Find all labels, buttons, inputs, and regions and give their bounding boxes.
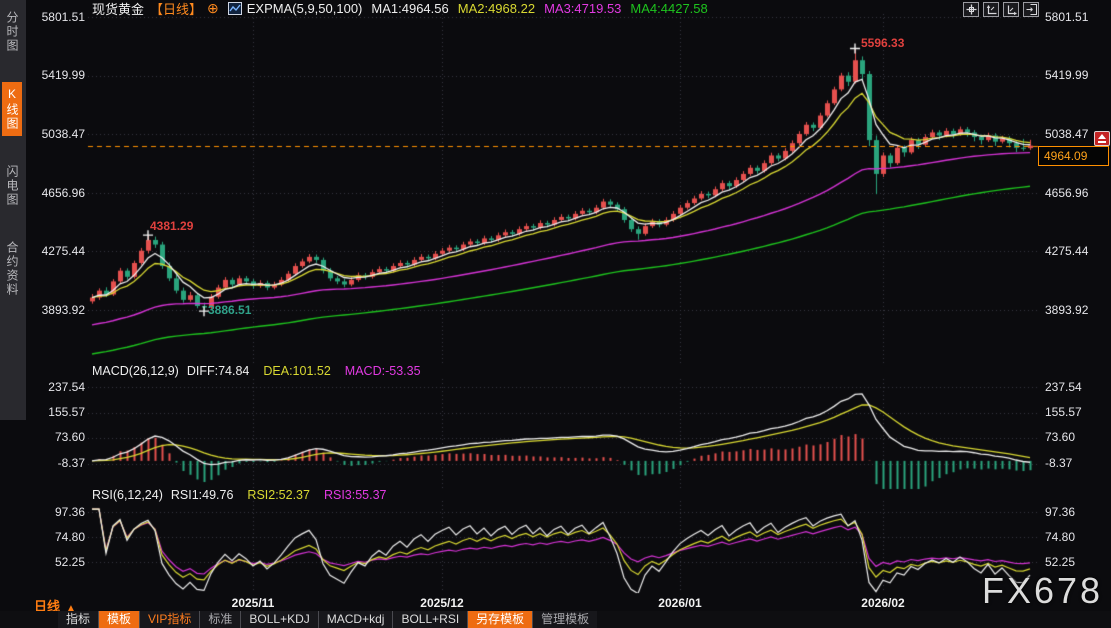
- high-annotation: 5596.33: [861, 36, 904, 50]
- macd-axis-label-right: 73.60: [1045, 430, 1075, 444]
- macd-dea-value: DEA:101.52: [263, 364, 330, 378]
- toolbar-item-vip-indicators[interactable]: VIP指标: [139, 611, 199, 628]
- low-annotation: 3886.51: [208, 303, 251, 317]
- rsi-axis-label-right: 52.25: [1045, 555, 1075, 569]
- time-axis-label: 2026/02: [843, 596, 923, 610]
- macd-axis-label-left: 155.57: [33, 405, 85, 419]
- ma3-value: MA3:4719.53: [544, 1, 621, 16]
- left-sidebar: 分时图 K线图 闪电图 合约资料: [0, 0, 26, 420]
- sidebar-tab-lightning-chart[interactable]: 闪电图: [2, 160, 22, 212]
- macd-diff-value: DIFF:74.84: [187, 364, 250, 378]
- price-axis-label-left: 4275.44: [33, 244, 85, 258]
- macd-axis-label-left: -8.37: [33, 456, 85, 470]
- toolbar-item-macd-kdj[interactable]: MACD+kdj: [318, 611, 393, 628]
- circle-plus-icon[interactable]: ⊕: [207, 0, 219, 17]
- rsi-axis-label-left: 97.36: [33, 505, 85, 519]
- indicator-chart-icon: [228, 2, 242, 15]
- sidebar-gap: [0, 58, 26, 76]
- period-tag: 【日线】: [150, 0, 202, 18]
- macd-title: MACD(26,12,9): [92, 364, 179, 378]
- rsi-axis-label-right: 74.80: [1045, 530, 1075, 544]
- macd-macd-value: MACD:-53.35: [345, 364, 421, 378]
- rsi-axis-label-right: 97.36: [1045, 505, 1075, 519]
- rsi-axis-label-left: 74.80: [33, 530, 85, 544]
- toolbar-item-boll-rsi[interactable]: BOLL+RSI: [392, 611, 467, 628]
- rsi-label-row: RSI(6,12,24) RSI1:49.76 RSI2:52.37 RSI3:…: [92, 488, 387, 502]
- toolbar-item-save-template[interactable]: 另存模板: [467, 611, 532, 628]
- kline-chart-canvas[interactable]: [0, 0, 1111, 628]
- current-price-tag: 4964.09: [1038, 146, 1109, 166]
- sidebar-gap: [0, 212, 26, 230]
- price-axis-label-left: 5419.99: [33, 68, 85, 82]
- macd-axis-label-left: 73.60: [33, 430, 85, 444]
- toolbar-item-boll-kdj[interactable]: BOLL+KDJ: [240, 611, 317, 628]
- price-alert-icon[interactable]: [1094, 131, 1110, 146]
- macd-label-row: MACD(26,12,9) DIFF:74.84 DEA:101.52 MACD…: [92, 364, 421, 378]
- bottom-toolbar: 指标 模板 VIP指标 标准 BOLL+KDJ MACD+kdj BOLL+RS…: [58, 611, 597, 628]
- price-axis-label-left: 5038.47: [33, 127, 85, 141]
- macd-axis-label-right: 237.54: [1045, 380, 1082, 394]
- toolbar-item-manage-template[interactable]: 管理模板: [532, 611, 597, 628]
- sidebar-tab-kline-chart[interactable]: K线图: [2, 82, 22, 136]
- local-high-annotation: 4381.29: [150, 219, 193, 233]
- price-axis-label-left: 4656.96: [33, 186, 85, 200]
- price-axis-label-right: 4656.96: [1045, 186, 1088, 200]
- price-axis-label-right: 3893.92: [1045, 303, 1088, 317]
- chart-tool-icons: [963, 2, 1039, 17]
- toolbar-item-indicators[interactable]: 指标: [58, 611, 98, 628]
- ma4-value: MA4:4427.58: [630, 1, 707, 16]
- macd-axis-label-right: -8.37: [1045, 456, 1072, 470]
- time-axis-label: 2025/11: [213, 596, 293, 610]
- price-axis-label-right: 5419.99: [1045, 68, 1088, 82]
- rsi2-value: RSI2:52.37: [247, 488, 310, 502]
- expma-indicator-label: EXPMA(5,9,50,100): [247, 1, 363, 16]
- price-axis-label-right: 5038.47: [1045, 127, 1088, 141]
- toolbar-item-template[interactable]: 模板: [98, 611, 139, 628]
- macd-axis-label-left: 237.54: [33, 380, 85, 394]
- toolbar-item-standard[interactable]: 标准: [199, 611, 240, 628]
- fx678-watermark: FX678: [982, 570, 1103, 612]
- price-axis-label-left: 3893.92: [33, 303, 85, 317]
- macd-axis-label-right: 155.57: [1045, 405, 1082, 419]
- sidebar-tab-contract-info[interactable]: 合约资料: [2, 236, 22, 302]
- zoom-y-axis-tool-icon[interactable]: [983, 2, 999, 17]
- price-axis-label-right: 5801.51: [1045, 10, 1088, 24]
- rsi3-value: RSI3:55.37: [324, 488, 387, 502]
- rsi-title: RSI(6,12,24): [92, 488, 163, 502]
- time-axis-label: 2025/12: [402, 596, 482, 610]
- chart-header: 现货黄金 【日线】 ⊕ EXPMA(5,9,50,100) MA1:4964.5…: [92, 0, 708, 17]
- sidebar-gap: [0, 136, 26, 154]
- zoom-x-axis-tool-icon[interactable]: [1003, 2, 1019, 17]
- ma2-value: MA2:4968.22: [458, 1, 535, 16]
- price-axis-label-right: 4275.44: [1045, 244, 1088, 258]
- sidebar-tab-time-chart[interactable]: 分时图: [2, 6, 22, 58]
- symbol-title: 现货黄金: [92, 0, 144, 18]
- crosshair-tool-icon[interactable]: [963, 2, 979, 17]
- rsi-axis-label-left: 52.25: [33, 555, 85, 569]
- ma1-value: MA1:4964.56: [371, 1, 448, 16]
- app-window: 分时图 K线图 闪电图 合约资料 现货黄金 【日线】 ⊕ EXPMA(5,9,5…: [0, 0, 1111, 628]
- pane-collapse-tool-icon[interactable]: [1023, 2, 1039, 17]
- rsi1-value: RSI1:49.76: [171, 488, 234, 502]
- time-axis-label: 2026/01: [640, 596, 720, 610]
- price-axis-label-left: 5801.51: [33, 10, 85, 24]
